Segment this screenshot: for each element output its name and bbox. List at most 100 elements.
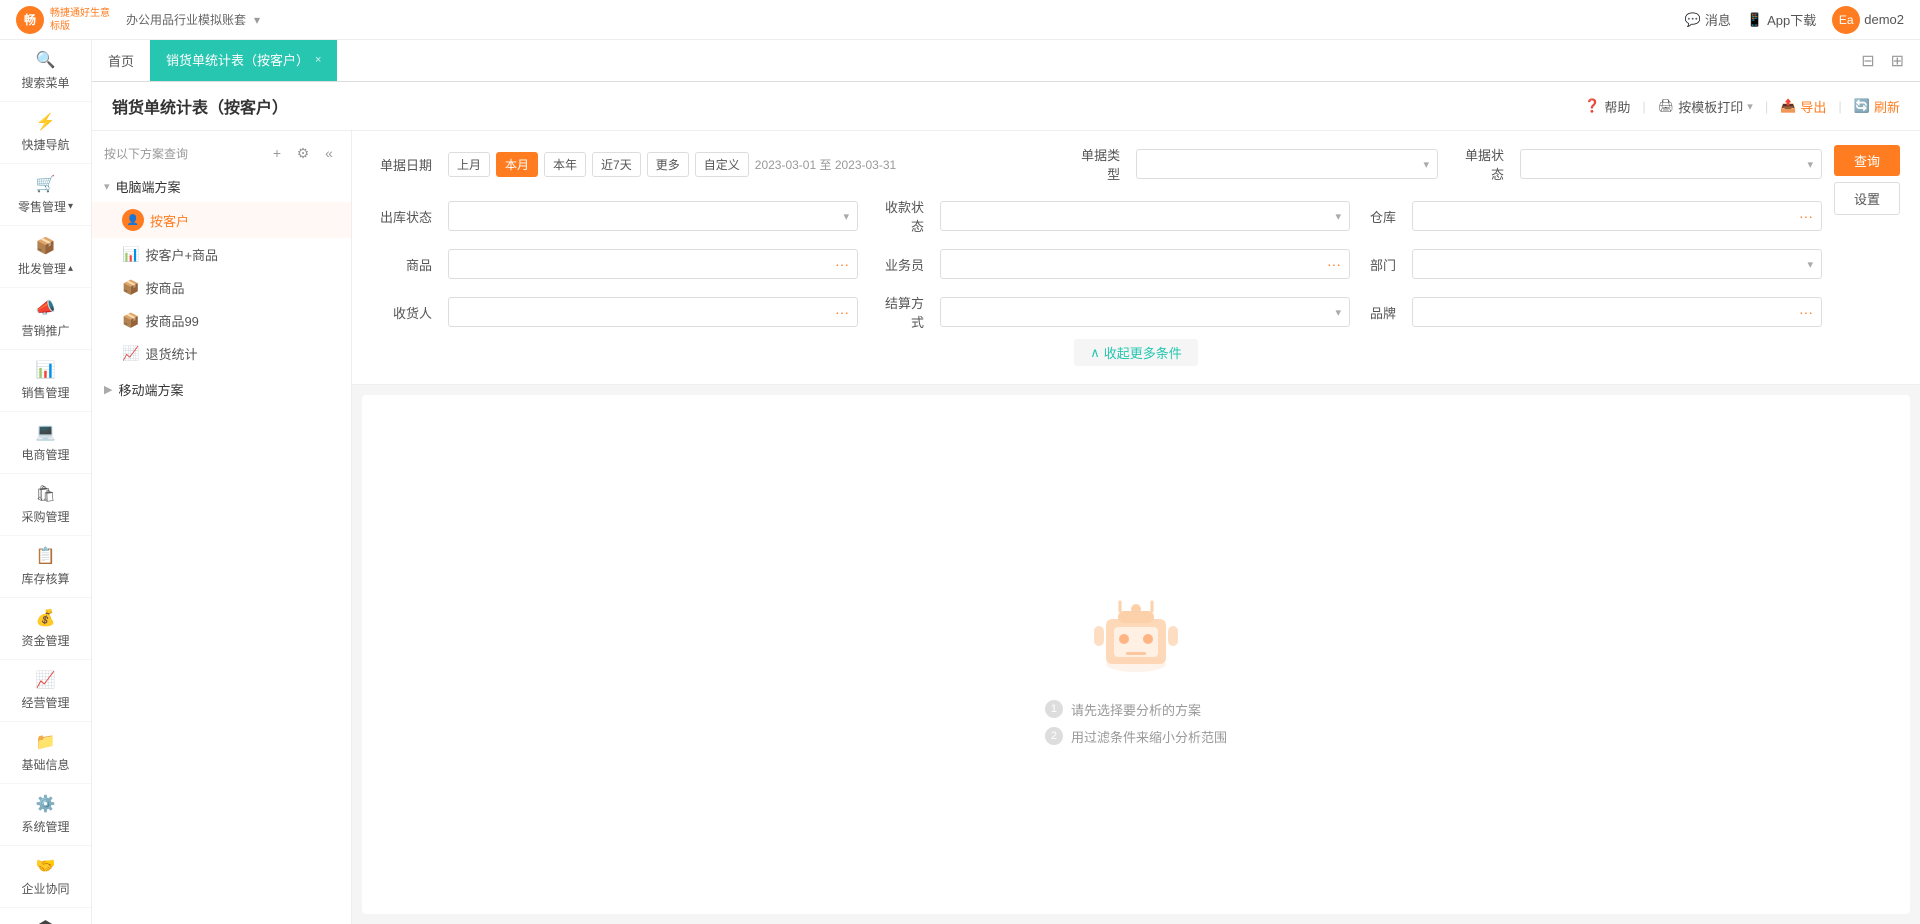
scheme-item-by-goods-99[interactable]: 📦 按商品99: [92, 304, 351, 337]
date-btn-more[interactable]: 更多: [647, 152, 689, 177]
finance-icon: 💰: [36, 608, 56, 628]
warehouse-select[interactable]: ···: [1412, 201, 1822, 231]
pc-scheme-group-header[interactable]: ▾ 电脑端方案: [92, 171, 351, 202]
page-header-actions: ❓ 帮助 | 🖨 按模板打印 ▾ | 📤 导出 | 🔄 刷新: [1584, 97, 1900, 116]
industry-arrow[interactable]: ▾: [254, 13, 260, 27]
export-action[interactable]: 📤 导出: [1780, 97, 1826, 116]
date-label: 单据日期: [372, 155, 432, 174]
goods-icon: 📦: [122, 279, 139, 296]
date-btn-this-month[interactable]: 本月: [496, 152, 538, 177]
logo-icon: 畅: [16, 6, 44, 34]
empty-tips: 1 请先选择要分析的方案 2 用过滤条件来缩小分析范围: [1045, 700, 1227, 746]
sidebar-item-inventory[interactable]: 📋 库存核算: [0, 536, 91, 598]
collapse-panel-icon[interactable]: «: [319, 143, 339, 163]
collapse-button[interactable]: ∧ 收起更多条件: [1074, 339, 1198, 366]
sidebar-item-wholesale[interactable]: 📦 批发管理 ▴: [0, 226, 91, 288]
filter-row-3: 商品 ··· 业务员 ··· 部门: [372, 249, 1822, 279]
goods-select[interactable]: ···: [448, 249, 858, 279]
empty-tip-1: 1 请先选择要分析的方案: [1045, 700, 1227, 719]
scheme-item-by-goods[interactable]: 📦 按商品: [92, 271, 351, 304]
return-stats-icon: 📈: [122, 345, 139, 362]
query-button[interactable]: 查询: [1834, 145, 1900, 176]
filter-main: 单据日期 上月 本月 本年 近7天 更多 自定义 2023-03-01 至 20…: [372, 145, 1822, 331]
customer-icon: 👤: [127, 215, 139, 226]
delivery-select[interactable]: ▾: [448, 201, 858, 231]
print-action[interactable]: 🖨 按模板打印 ▾: [1658, 97, 1753, 116]
date-btn-last-month[interactable]: 上月: [448, 152, 490, 177]
refresh-action[interactable]: 🔄 刷新: [1854, 97, 1900, 116]
retail-icon: 🛒: [36, 174, 56, 194]
doc-status-label: 单据状态: [1454, 145, 1504, 183]
sidebar-item-newbie[interactable]: 🎓 新手引导: [0, 908, 91, 924]
message-icon: 💬: [1685, 12, 1701, 28]
user-action[interactable]: Ea demo2: [1832, 6, 1904, 34]
sidebar-item-quick-nav[interactable]: ⚡ 快捷导航: [0, 102, 91, 164]
warehouse-label: 仓库: [1366, 207, 1396, 226]
settings-button[interactable]: 设置: [1834, 182, 1900, 215]
staff-label: 业务员: [874, 255, 924, 274]
brand-select[interactable]: ···: [1412, 297, 1822, 327]
retail-arrow-icon: ▾: [68, 201, 73, 212]
sidebar-item-purchase[interactable]: 🛍 采购管理: [0, 474, 91, 536]
message-action[interactable]: 💬 消息: [1685, 10, 1731, 29]
consignee-select[interactable]: ···: [448, 297, 858, 327]
doc-status-select[interactable]: ▾: [1520, 149, 1822, 179]
dept-select[interactable]: ▾: [1412, 249, 1822, 279]
brand-dots-icon: ···: [1799, 304, 1813, 320]
mobile-scheme-group: ▶ 移动端方案: [92, 374, 351, 405]
delivery-label: 出库状态: [372, 207, 432, 226]
left-panel: 按以下方案查询 + ⚙ « ▾ 电脑端方案 👤: [92, 131, 352, 924]
print-icon: 🖨: [1658, 98, 1675, 114]
date-btn-this-year[interactable]: 本年: [544, 152, 586, 177]
scheme-item-by-customer[interactable]: 👤 按客户: [92, 202, 351, 238]
scheme-item-return-stats[interactable]: 📈 退货统计: [92, 337, 351, 370]
tab-close-icon[interactable]: ×: [315, 54, 321, 66]
left-panel-icons: + ⚙ «: [267, 143, 339, 163]
sidebar-item-retail[interactable]: 🛒 零售管理 ▾: [0, 164, 91, 226]
app-download-icon: 📱: [1747, 12, 1763, 28]
tab-home[interactable]: 首页: [92, 41, 150, 80]
sidebar-item-marketing[interactable]: 📣 营销推广: [0, 288, 91, 350]
sidebar-item-finance[interactable]: 💰 资金管理: [0, 598, 91, 660]
tab-maximize-button[interactable]: ⊞: [1887, 47, 1908, 75]
tab-sales-stats[interactable]: 销货单统计表（按客户） ×: [150, 40, 337, 81]
consignee-label: 收货人: [372, 303, 432, 322]
sidebar-item-cooperation[interactable]: 🤝 企业协同: [0, 846, 91, 908]
wholesale-arrow-icon: ▴: [68, 263, 73, 274]
empty-area: 1 请先选择要分析的方案 2 用过滤条件来缩小分析范围: [362, 395, 1910, 914]
refresh-icon: 🔄: [1854, 98, 1870, 114]
wholesale-icon: 📦: [36, 236, 56, 256]
settlement-select[interactable]: ▾: [940, 297, 1350, 327]
help-action[interactable]: ❓ 帮助: [1584, 97, 1630, 116]
topbar: 畅 畅捷通好生意 标版 办公用品行业模拟账套 ▾ 💬 消息 📱 App下载 Ea…: [0, 0, 1920, 40]
tab-bar: 首页 销货单统计表（按客户） × ⊟ ⊞: [92, 40, 1920, 82]
tab-minimize-button[interactable]: ⊟: [1857, 47, 1878, 75]
left-panel-title: 按以下方案查询: [104, 145, 188, 162]
sidebar-item-ecommerce[interactable]: 💻 电商管理: [0, 412, 91, 474]
quick-nav-icon: ⚡: [36, 112, 56, 132]
payment-label: 收款状态: [874, 197, 924, 235]
industry-label[interactable]: 办公用品行业模拟账套: [126, 11, 246, 28]
inventory-icon: 📋: [36, 546, 56, 566]
payment-select[interactable]: ▾: [940, 201, 1350, 231]
staff-select[interactable]: ···: [940, 249, 1350, 279]
add-scheme-icon[interactable]: +: [267, 143, 287, 163]
sidebar-item-search-menu[interactable]: 🔍 搜索菜单: [0, 40, 91, 102]
sidebar-item-system[interactable]: ⚙️ 系统管理: [0, 784, 91, 846]
doc-type-chevron-icon: ▾: [1424, 158, 1430, 171]
delivery-chevron-icon: ▾: [843, 210, 849, 223]
scheme-item-by-customer-goods[interactable]: 📊 按客户+商品: [92, 238, 351, 271]
payment-chevron-icon: ▾: [1335, 210, 1341, 223]
topbar-left: 畅 畅捷通好生意 标版 办公用品行业模拟账套 ▾: [16, 6, 260, 34]
date-btn-custom[interactable]: 自定义: [695, 152, 749, 177]
date-btn-7days[interactable]: 近7天: [592, 152, 641, 177]
customer-goods-icon: 📊: [122, 246, 139, 263]
topbar-right: 💬 消息 📱 App下载 Ea demo2: [1685, 6, 1904, 34]
settings-scheme-icon[interactable]: ⚙: [293, 143, 313, 163]
sidebar-item-operation[interactable]: 📈 经营管理: [0, 660, 91, 722]
sidebar-item-sales[interactable]: 📊 销售管理: [0, 350, 91, 412]
mobile-scheme-header[interactable]: ▶ 移动端方案: [92, 374, 351, 405]
sidebar-item-basic-info[interactable]: 📁 基础信息: [0, 722, 91, 784]
app-download-action[interactable]: 📱 App下载: [1747, 10, 1816, 29]
doc-type-select[interactable]: ▾: [1136, 149, 1438, 179]
